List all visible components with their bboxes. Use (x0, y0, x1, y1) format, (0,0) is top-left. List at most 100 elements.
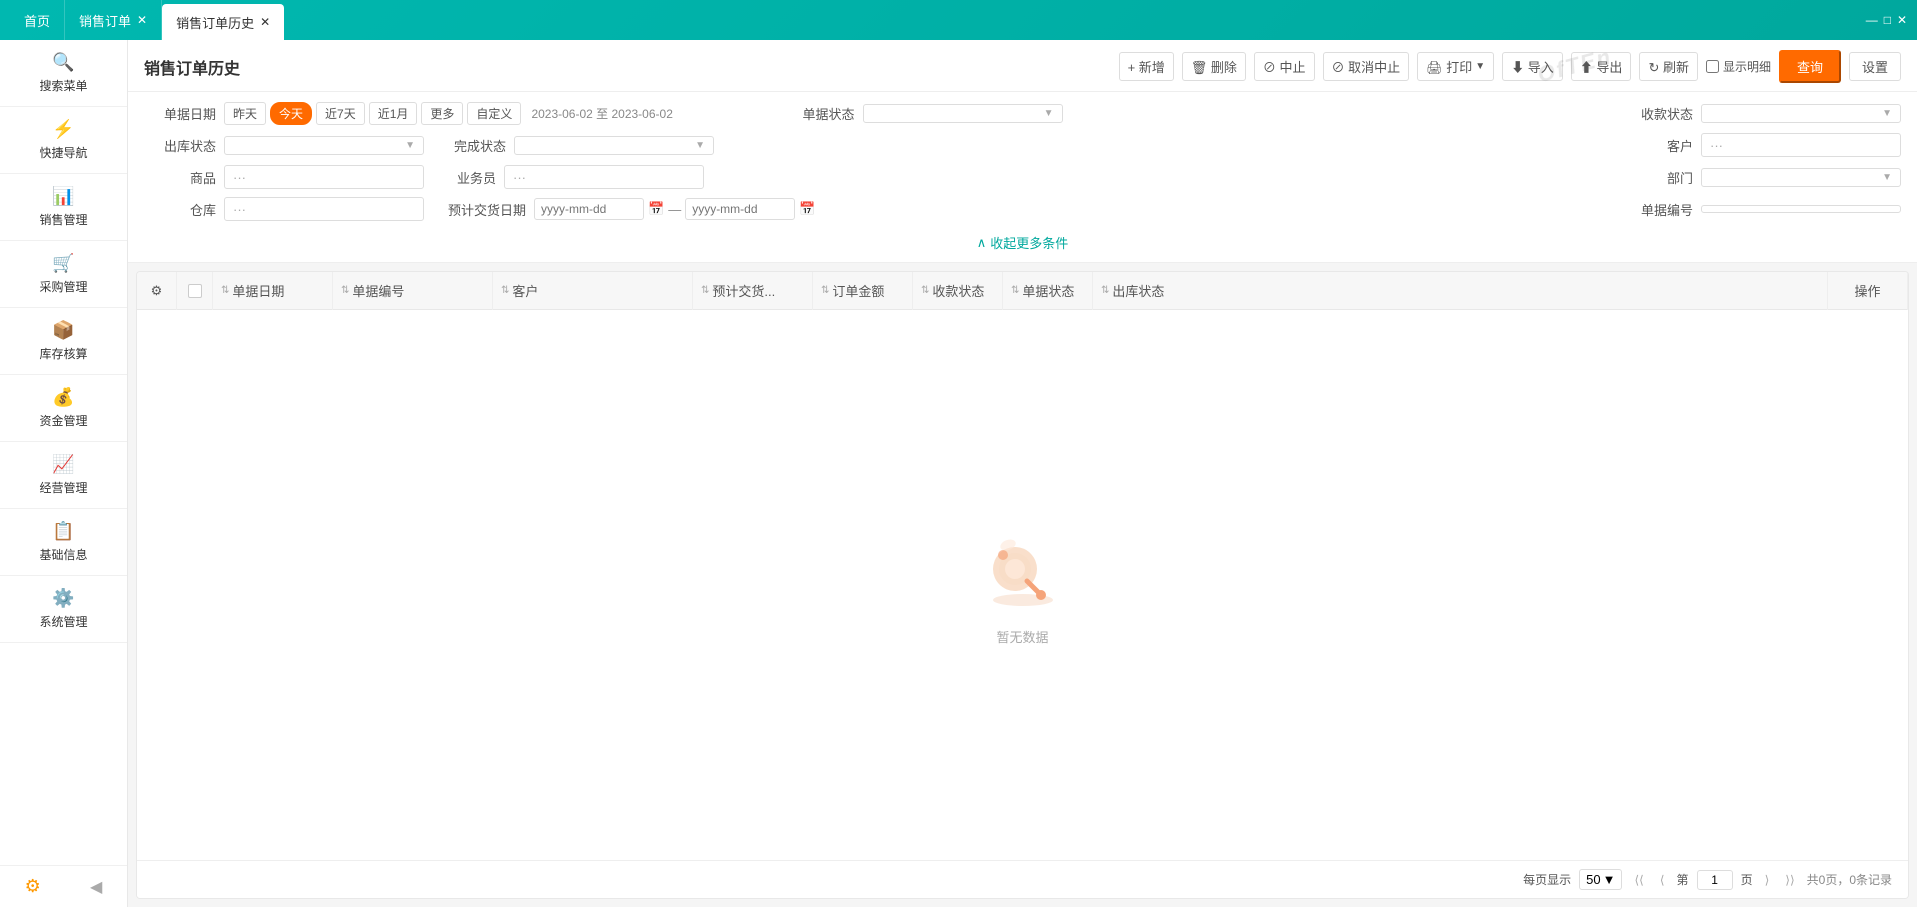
top-bar: 首页 销售订单 ✕ 销售订单历史 ✕ — □ ✕ (0, 0, 1917, 40)
tab-sales-order-close[interactable]: ✕ (137, 13, 147, 27)
cal-from-icon[interactable]: 📅 (648, 201, 664, 217)
stock-out-arrow: ▼ (405, 140, 415, 151)
date-btn-last7days[interactable]: 近7天 (316, 102, 365, 125)
refresh-button[interactable]: ↻ 刷新 (1639, 52, 1698, 81)
completion-arrow: ▼ (695, 140, 705, 151)
bill-status-select[interactable]: ▼ (863, 104, 1063, 123)
stock-out-select[interactable]: ▼ (224, 136, 424, 155)
search-menu-icon: 🔍 (52, 52, 74, 73)
sort-icon-delivery: ⇅ (701, 285, 709, 296)
window-minimize-icon[interactable]: — (1866, 13, 1878, 27)
per-page-arrow: ▼ (1603, 872, 1616, 887)
empty-state: 暂无数据 (137, 310, 1908, 860)
page-title: 销售订单历史 (144, 55, 240, 79)
date-to-input[interactable] (685, 198, 795, 220)
product-dots: ··· (233, 170, 246, 185)
tab-sales-order-history[interactable]: 销售订单历史 ✕ (162, 4, 284, 40)
th-expected-delivery[interactable]: ⇅ 预计交货... (693, 272, 813, 310)
sidebar-item-search-menu[interactable]: 🔍 搜索菜单 (0, 40, 127, 107)
sidebar-item-purchase-mgmt[interactable]: 🛒 采购管理 (0, 241, 127, 308)
prev-page-btn[interactable]: ⟨ (1656, 871, 1669, 889)
customer-label: 客户 (1651, 136, 1701, 155)
warehouse-input[interactable]: ··· (224, 197, 424, 221)
th-stock-out-status[interactable]: ⇅ 出库状态 (1093, 272, 1828, 310)
print-button[interactable]: 🖨 打印 ▼ (1417, 52, 1494, 81)
sort-icon-amount: ⇅ (821, 285, 829, 296)
inventory-icon: 📦 (52, 320, 74, 341)
settings-button[interactable]: 设置 (1849, 52, 1901, 81)
th-check[interactable] (177, 272, 213, 310)
sort-icon-payment: ⇅ (921, 285, 929, 296)
customer-input[interactable]: ··· (1701, 133, 1901, 157)
th-payment-status[interactable]: ⇅ 收款状态 (913, 272, 1003, 310)
th-gear[interactable]: ⚙ (137, 272, 177, 310)
sidebar-collapse-icon[interactable]: ◀ (90, 877, 102, 897)
last-page-btn[interactable]: ⟩⟩ (1781, 871, 1798, 889)
sidebar-item-sys-mgmt[interactable]: ⚙️ 系统管理 (0, 576, 127, 643)
payment-status-select[interactable]: ▼ (1701, 104, 1901, 123)
sidebar-settings-icon[interactable]: ⚙ (25, 876, 41, 897)
ops-icon: 📈 (52, 454, 74, 475)
per-page-label: 每页显示 (1523, 871, 1571, 888)
expected-delivery-label: 预计交货日期 (444, 200, 534, 219)
query-button[interactable]: 查询 (1779, 50, 1841, 83)
sidebar-item-capital[interactable]: 💰 资金管理 (0, 375, 127, 442)
sidebar-item-inventory[interactable]: 📦 库存核算 (0, 308, 127, 375)
tab-sales-order[interactable]: 销售订单 ✕ (65, 0, 162, 40)
top-bar-right: — □ ✕ (1866, 13, 1917, 27)
department-select[interactable]: ▼ (1701, 168, 1901, 187)
th-order-amount[interactable]: ⇅ 订单金额 (813, 272, 913, 310)
cancel-stop-button[interactable]: ⊘ 取消中止 (1323, 52, 1410, 81)
display-cols-toggle[interactable]: 显示明细 (1706, 58, 1771, 75)
payment-status-label: 收款状态 (1631, 104, 1701, 123)
product-input[interactable]: ··· (224, 165, 424, 189)
import-button[interactable]: ⬇ 导入 (1502, 52, 1563, 81)
sidebar-item-base-info[interactable]: 📋 基础信息 (0, 509, 127, 576)
stock-out-label: 出库状态 (144, 136, 224, 155)
tab-home[interactable]: 首页 (10, 0, 65, 40)
sidebar-item-ops[interactable]: 📈 经营管理 (0, 442, 127, 509)
bill-number-select[interactable] (1701, 205, 1901, 213)
sort-icon-stock: ⇅ (1101, 285, 1109, 296)
window-close-icon[interactable]: ✕ (1897, 13, 1907, 27)
first-page-btn[interactable]: ⟨⟨ (1630, 871, 1647, 889)
delete-button[interactable]: 🗑 删除 (1182, 52, 1246, 81)
current-page-input[interactable] (1697, 870, 1733, 890)
date-btn-last1month[interactable]: 近1月 (369, 102, 418, 125)
date-btn-yesterday[interactable]: 昨天 (224, 102, 266, 125)
th-bill-date[interactable]: ⇅ 单据日期 (213, 272, 333, 310)
collapse-row[interactable]: ∧ 收起更多条件 (144, 229, 1901, 252)
date-from-input[interactable] (534, 198, 644, 220)
th-bill-status[interactable]: ⇅ 单据状态 (1003, 272, 1093, 310)
date-btn-today[interactable]: 今天 (270, 102, 312, 125)
department-arrow: ▼ (1882, 172, 1892, 183)
sidebar-item-sales-mgmt[interactable]: 📊 销售管理 (0, 174, 127, 241)
sidebar-item-sales-mgmt-label: 销售管理 (39, 211, 87, 228)
sidebar-item-search-menu-label: 搜索菜单 (39, 77, 87, 94)
sales-rep-label: 业务员 (444, 168, 504, 187)
department-label: 部门 (1651, 168, 1701, 187)
export-button[interactable]: ⬆ 导出 (1571, 52, 1632, 81)
th-bill-number[interactable]: ⇅ 单据编号 (333, 272, 493, 310)
cal-to-icon[interactable]: 📅 (799, 201, 815, 217)
tab-sales-order-history-close[interactable]: ✕ (260, 15, 270, 29)
purchase-mgmt-icon: 🛒 (52, 253, 74, 274)
per-page-select[interactable]: 50 ▼ (1579, 869, 1622, 890)
bill-status-label: 单据状态 (793, 104, 863, 123)
sales-rep-input[interactable]: ··· (504, 165, 704, 189)
window-maximize-icon[interactable]: □ (1884, 13, 1891, 27)
completion-select[interactable]: ▼ (514, 136, 714, 155)
date-btn-more[interactable]: 更多 (421, 102, 463, 125)
toolbar: + 新增 🗑 删除 ⊘ 中止 ⊘ 取消中止 🖨 打印 ▼ ⬇ 导入 (1119, 50, 1901, 83)
th-customer[interactable]: ⇅ 客户 (493, 272, 693, 310)
stop-button[interactable]: ⊘ 中止 (1254, 52, 1315, 81)
new-button[interactable]: + 新增 (1119, 52, 1174, 81)
header-checkbox[interactable] (188, 284, 202, 298)
next-page-btn[interactable]: ⟩ (1761, 871, 1774, 889)
date-btn-custom[interactable]: 自定义 (467, 102, 521, 125)
sidebar-item-quick-nav[interactable]: ⚡ 快捷导航 (0, 107, 127, 174)
display-cols-checkbox[interactable] (1706, 60, 1719, 73)
empty-image (973, 525, 1073, 615)
table-header: ⚙ ⇅ 单据日期 ⇅ 单据编号 ⇅ 客户 ⇅ (137, 272, 1908, 310)
sidebar-item-inventory-label: 库存核算 (39, 345, 87, 362)
